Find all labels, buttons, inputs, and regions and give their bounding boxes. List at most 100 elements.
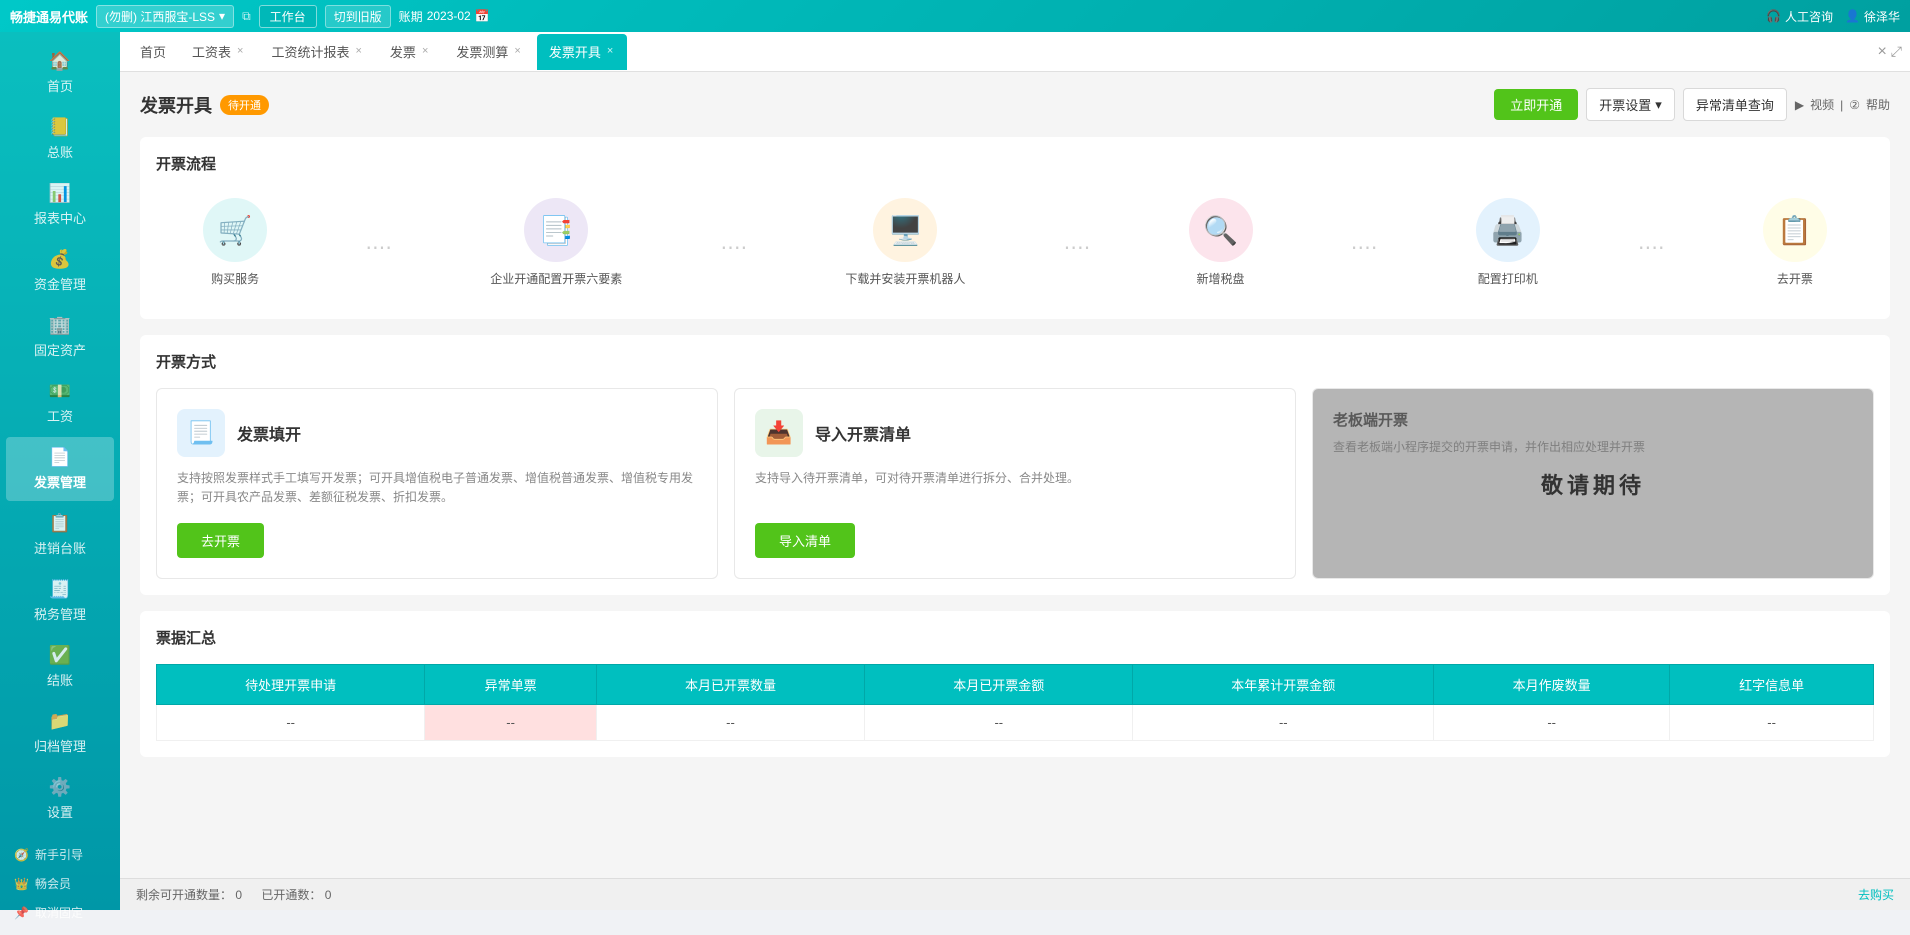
settings-icon: ⚙️: [49, 777, 71, 798]
assets-icon: 🏢: [49, 315, 71, 336]
import-list-button[interactable]: 导入清单: [755, 523, 855, 558]
step-config-printer[interactable]: 🖨️ 配置打印机: [1476, 198, 1540, 287]
sidebar-pin-button[interactable]: 📌 取消固定: [6, 898, 114, 927]
sidebar-item-assets[interactable]: 🏢 固定资产: [6, 305, 114, 369]
tab-close-all-button[interactable]: ×: [1877, 43, 1886, 61]
buy-link[interactable]: 去购买: [1858, 886, 1894, 903]
abnormal-query-button[interactable]: 异常清单查询: [1683, 88, 1787, 121]
go-invoice-button[interactable]: 去开票: [177, 523, 264, 558]
tab-invoice-tool-close[interactable]: ×: [605, 45, 615, 58]
tax-icon: 🧾: [49, 579, 71, 600]
step-label-tax: 新增税盘: [1197, 270, 1245, 287]
period-area: 账期 2023-02 📅: [399, 8, 490, 25]
question-icon: ②: [1849, 98, 1860, 112]
tab-invoice-tool[interactable]: 发票开具 ×: [537, 34, 627, 70]
support-area[interactable]: 🎧 人工咨询: [1766, 8, 1833, 25]
page-title: 发票开具: [140, 92, 212, 118]
guide-icon: 🧭: [14, 848, 29, 862]
tab-invoice-label: 发票: [390, 42, 416, 61]
sidebar-item-payroll[interactable]: 💵 工资: [6, 371, 114, 435]
sidebar-item-settings[interactable]: ⚙️ 设置: [6, 767, 114, 831]
chevron-down-icon: ▾: [219, 9, 225, 23]
home-icon: 🏠: [49, 51, 71, 72]
process-section: 开票流程 🛒 购买服务 ‥‥ 📑 企业开通配置开票六要素 ‥‥ 🖥️ 下: [140, 137, 1890, 319]
import-title: 导入开票清单: [815, 421, 911, 445]
settle-icon: ✅: [49, 645, 71, 666]
cell-0-4: --: [1133, 705, 1434, 741]
tab-invoice-calc[interactable]: 发票测算 ×: [444, 34, 534, 70]
main-layout: 🏠 首页 📒 总账 📊 报表中心 💰 资金管理 🏢 固定资产 💵 工资 📄 发票…: [0, 32, 1910, 910]
tab-payroll-stats[interactable]: 工资统计报表 ×: [259, 34, 375, 70]
invoice-icon: 📄: [49, 447, 71, 468]
step-add-tax[interactable]: 🔍 新增税盘: [1189, 198, 1253, 287]
ledger-icon: 📒: [49, 117, 71, 138]
tab-invoice[interactable]: 发票 ×: [378, 34, 442, 70]
tab-payroll-table[interactable]: 工资表 ×: [180, 34, 257, 70]
sidebar-item-guide[interactable]: 🧭 新手引导: [6, 840, 114, 869]
tab-invoice-tool-label: 发票开具: [549, 42, 601, 61]
cell-0-0: --: [157, 705, 425, 741]
tab-invoice-close[interactable]: ×: [420, 45, 430, 58]
sidebar-label-archive: 归档管理: [34, 736, 86, 755]
cell-0-1: --: [425, 705, 596, 741]
sidebar-item-archive[interactable]: 📁 归档管理: [6, 701, 114, 765]
bottom-bar: 剩余可开通数量： 0 已开通数： 0 去购买: [120, 878, 1910, 910]
tab-home[interactable]: 首页: [128, 34, 178, 70]
switch-old-button[interactable]: 切到旧版: [325, 5, 391, 28]
sidebar-item-settle[interactable]: ✅ 结账: [6, 635, 114, 699]
sidebar-pin-label: 取消固定: [35, 904, 83, 921]
tab-payroll-table-close[interactable]: ×: [235, 45, 245, 58]
sidebar-item-invoice[interactable]: 📄 发票管理: [6, 437, 114, 501]
arrow-5: ‥‥: [1638, 230, 1665, 255]
step-open-invoice[interactable]: 📋 去开票: [1763, 198, 1827, 287]
sidebar-label-reports: 报表中心: [34, 208, 86, 227]
sidebar-item-reports[interactable]: 📊 报表中心: [6, 173, 114, 237]
tab-restore-button[interactable]: ⤢: [1891, 43, 1902, 60]
reports-icon: 📊: [49, 183, 71, 204]
settings-button[interactable]: 开票设置 ▾: [1586, 88, 1675, 121]
inout-icon: 📋: [49, 513, 71, 534]
sidebar-item-home[interactable]: 🏠 首页: [6, 41, 114, 105]
workbench-button[interactable]: 工作台: [259, 5, 317, 28]
tab-payroll-stats-close[interactable]: ×: [353, 45, 363, 58]
tab-invoice-calc-close[interactable]: ×: [512, 45, 522, 58]
tab-bar: 首页 工资表 × 工资统计报表 × 发票 × 发票测算 × 发票开具 ×: [120, 32, 1910, 72]
sidebar-item-tax[interactable]: 🧾 税务管理: [6, 569, 114, 633]
arrow-1: ‥‥: [365, 230, 392, 255]
import-icon: 📥: [755, 409, 803, 457]
sidebar-label-vip: 畅会员: [35, 875, 71, 892]
user-icon: 👤: [1845, 9, 1860, 23]
video-icon: ▶: [1795, 98, 1804, 112]
sidebar: 🏠 首页 📒 总账 📊 报表中心 💰 资金管理 🏢 固定资产 💵 工资 📄 发票…: [0, 32, 120, 910]
sidebar-label-assets: 固定资产: [34, 340, 86, 359]
col-header-1: 异常单票: [425, 665, 596, 705]
company-selector[interactable]: (勿删) 江西服宝-LSS ▾: [96, 5, 234, 28]
tab-home-label: 首页: [140, 42, 166, 61]
coming-soon-text: 敬请期待: [1541, 468, 1645, 500]
sidebar-item-vip[interactable]: 👑 畅会员: [6, 869, 114, 898]
step-buy-service[interactable]: 🛒 购买服务: [203, 198, 267, 287]
sidebar-item-inout[interactable]: 📋 进销台账: [6, 503, 114, 567]
fill-description: 支持按照发票样式手工填写开发票；可开具增值税电子普通发票、增值税普通发票、增值税…: [177, 469, 697, 507]
methods-section-title: 开票方式: [156, 351, 1874, 372]
sidebar-label-payroll: 工资: [47, 406, 73, 425]
user-area[interactable]: 👤 徐泽华: [1845, 8, 1900, 25]
summary-table: 待处理开票申请 异常单票 本月已开票数量 本月已开票金额 本年累计开票金额 本月…: [156, 664, 1874, 741]
step-download-robot[interactable]: 🖥️ 下载并安装开票机器人: [845, 198, 965, 287]
sidebar-bottom: 🧭 新手引导 👑 畅会员 📌 取消固定: [0, 832, 120, 935]
method-card-fill: 📃 发票填开 支持按照发票样式手工填写开发票；可开具增值税电子普通发票、增值税普…: [156, 388, 718, 579]
open-now-button[interactable]: 立即开通: [1494, 89, 1578, 120]
tab-bar-actions: × ⤢: [1877, 43, 1902, 61]
sidebar-item-ledger[interactable]: 📒 总账: [6, 107, 114, 171]
step-enterprise-config[interactable]: 📑 企业开通配置开票六要素: [490, 198, 622, 287]
sidebar-label-inout: 进销台账: [34, 538, 86, 557]
page-actions: 立即开通 开票设置 ▾ 异常清单查询 ▶ 视频 | ② 帮助: [1494, 88, 1890, 121]
calendar-icon[interactable]: 📅: [475, 9, 490, 23]
remaining-label: 剩余可开通数量：: [136, 888, 232, 902]
cell-0-2: --: [596, 705, 864, 741]
sidebar-item-finance[interactable]: 💰 资金管理: [6, 239, 114, 303]
period-value: 2023-02: [427, 9, 471, 23]
sidebar-label-finance: 资金管理: [34, 274, 86, 293]
methods-section: 开票方式 📃 发票填开 支持按照发票样式手工填写开发票；可开具增值税电子普通发票…: [140, 335, 1890, 595]
copy-icon[interactable]: ⧉: [242, 9, 251, 24]
